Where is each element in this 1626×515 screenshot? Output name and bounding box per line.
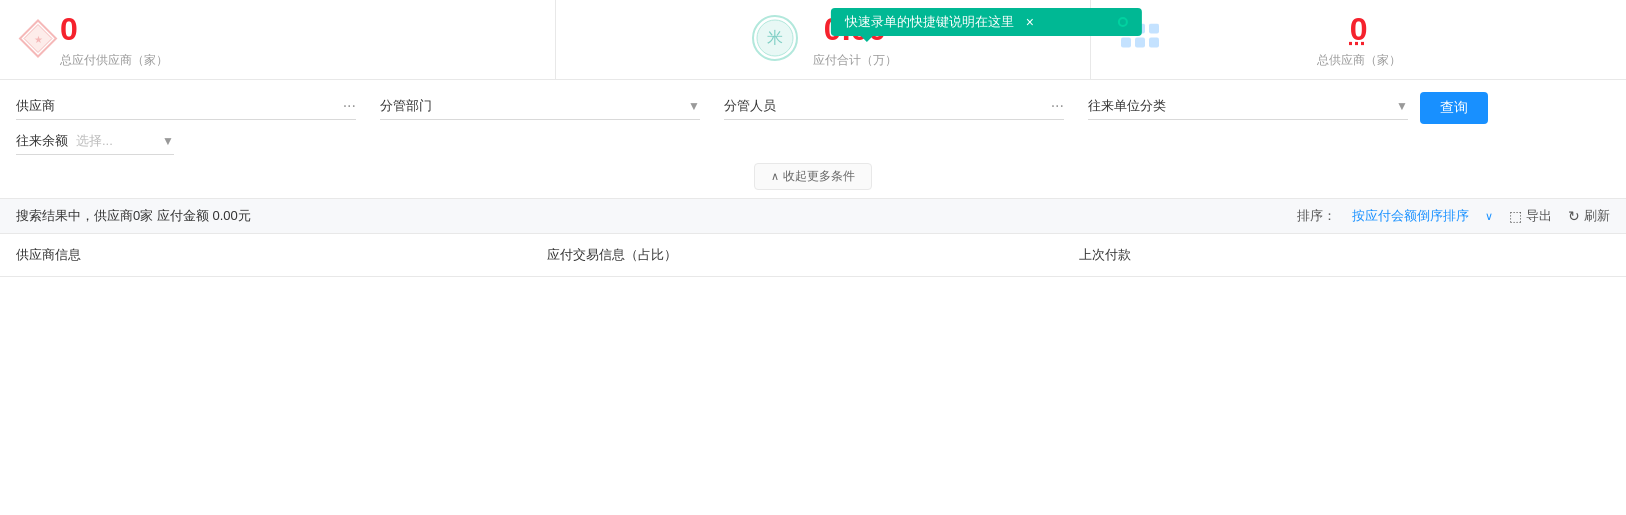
total-suppliers-value: 0 xyxy=(1350,10,1368,48)
tooltip-line xyxy=(1042,21,1102,23)
department-label: 分管部门 xyxy=(380,97,432,115)
stats-bar: ★ 0 总应付供应商（家） 米 0.00 应付合计（万） 快速录单的快捷键说明在… xyxy=(0,0,1626,80)
results-bar: 搜索结果中，供应商0家 应付金额 0.00元 排序： 按应付会额倒序排序 ∨ ⬚… xyxy=(0,199,1626,234)
sort-label: 排序： xyxy=(1297,207,1336,225)
supplier-dots-btn[interactable]: ··· xyxy=(343,97,356,115)
results-info-text: 搜索结果中，供应商0家 应付金额 0.00元 xyxy=(16,208,251,223)
results-actions: 排序： 按应付会额倒序排序 ∨ ⬚ 导出 ↻ 刷新 xyxy=(1297,207,1610,225)
svg-text:★: ★ xyxy=(34,33,43,44)
total-payable-value: 0 xyxy=(60,10,78,48)
search-bar: 供应商 ··· 分管部门 ▼ 分管人员 ··· 往来单位分类 ▼ 查询 往来余额 xyxy=(0,80,1626,199)
supplier-label: 供应商 xyxy=(16,97,55,115)
svg-text:米: 米 xyxy=(767,29,783,46)
svg-rect-11 xyxy=(1149,37,1159,47)
refresh-label: 刷新 xyxy=(1584,207,1610,225)
tooltip-dot xyxy=(1118,17,1128,27)
results-info: 搜索结果中，供应商0家 应付金额 0.00元 xyxy=(16,207,1297,225)
unit-category-arrow[interactable]: ▼ xyxy=(1396,99,1408,113)
export-button[interactable]: ⬚ 导出 xyxy=(1509,207,1552,225)
svg-rect-9 xyxy=(1121,37,1131,47)
col-supplier-header: 供应商信息 xyxy=(16,246,547,264)
balance-field: 往来余额 选择... ▼ xyxy=(16,132,174,155)
table-body xyxy=(0,277,1626,515)
diamond-icon: ★ xyxy=(16,16,60,63)
sort-arrow[interactable]: ∨ xyxy=(1485,210,1493,223)
unit-category-label: 往来单位分类 xyxy=(1088,97,1166,115)
collapse-text: 收起更多条件 xyxy=(783,168,855,185)
balance-arrow[interactable]: ▼ xyxy=(162,134,174,148)
total-payable-label: 总应付供应商（家） xyxy=(60,52,168,69)
unit-category-input[interactable] xyxy=(1174,98,1396,113)
person-input[interactable] xyxy=(784,98,1051,113)
export-label: 导出 xyxy=(1526,207,1552,225)
refresh-button[interactable]: ↻ 刷新 xyxy=(1568,207,1610,225)
stat-total-payable-suppliers: ★ 0 总应付供应商（家） xyxy=(0,0,556,79)
person-field: 分管人员 ··· xyxy=(724,97,1064,120)
supplier-field: 供应商 ··· xyxy=(16,97,356,120)
sort-value[interactable]: 按应付会额倒序排序 xyxy=(1352,207,1469,225)
col-lastpay-header: 上次付款 xyxy=(1079,246,1610,264)
svg-rect-10 xyxy=(1135,37,1145,47)
balance-label: 往来余额 xyxy=(16,132,68,150)
tooltip-bubble: 快速录单的快捷键说明在这里 × xyxy=(831,8,1142,36)
balance-select[interactable]: 选择... xyxy=(76,132,156,150)
person-dots-btn[interactable]: ··· xyxy=(1051,97,1064,115)
export-icon: ⬚ xyxy=(1509,208,1522,224)
tooltip-text: 快速录单的快捷键说明在这里 xyxy=(845,13,1014,31)
unit-category-field: 往来单位分类 ▼ xyxy=(1088,97,1408,120)
department-input[interactable] xyxy=(440,98,688,113)
supplier-input[interactable] xyxy=(63,98,343,113)
search-row-2: 往来余额 选择... ▼ xyxy=(16,132,1610,155)
search-row-1: 供应商 ··· 分管部门 ▼ 分管人员 ··· 往来单位分类 ▼ 查询 xyxy=(16,92,1610,124)
payable-total-label: 应付合计（万） xyxy=(813,52,897,69)
coin-icon: 米 xyxy=(749,12,801,67)
tooltip-close-btn[interactable]: × xyxy=(1026,14,1034,30)
refresh-icon: ↻ xyxy=(1568,208,1580,224)
collapse-icon: ∧ xyxy=(771,170,779,183)
department-arrow[interactable]: ▼ xyxy=(688,99,700,113)
query-button[interactable]: 查询 xyxy=(1420,92,1488,124)
collapse-button[interactable]: ∧ 收起更多条件 xyxy=(754,163,872,190)
department-field: 分管部门 ▼ xyxy=(380,97,700,120)
svg-rect-8 xyxy=(1149,23,1159,33)
person-label: 分管人员 xyxy=(724,97,776,115)
col-payable-header: 应付交易信息（占比） xyxy=(547,246,1078,264)
stat-total-suppliers: 0 总供应商（家） xyxy=(1091,0,1626,79)
total-suppliers-label: 总供应商（家） xyxy=(1317,52,1401,69)
table-header: 供应商信息 应付交易信息（占比） 上次付款 xyxy=(0,234,1626,277)
